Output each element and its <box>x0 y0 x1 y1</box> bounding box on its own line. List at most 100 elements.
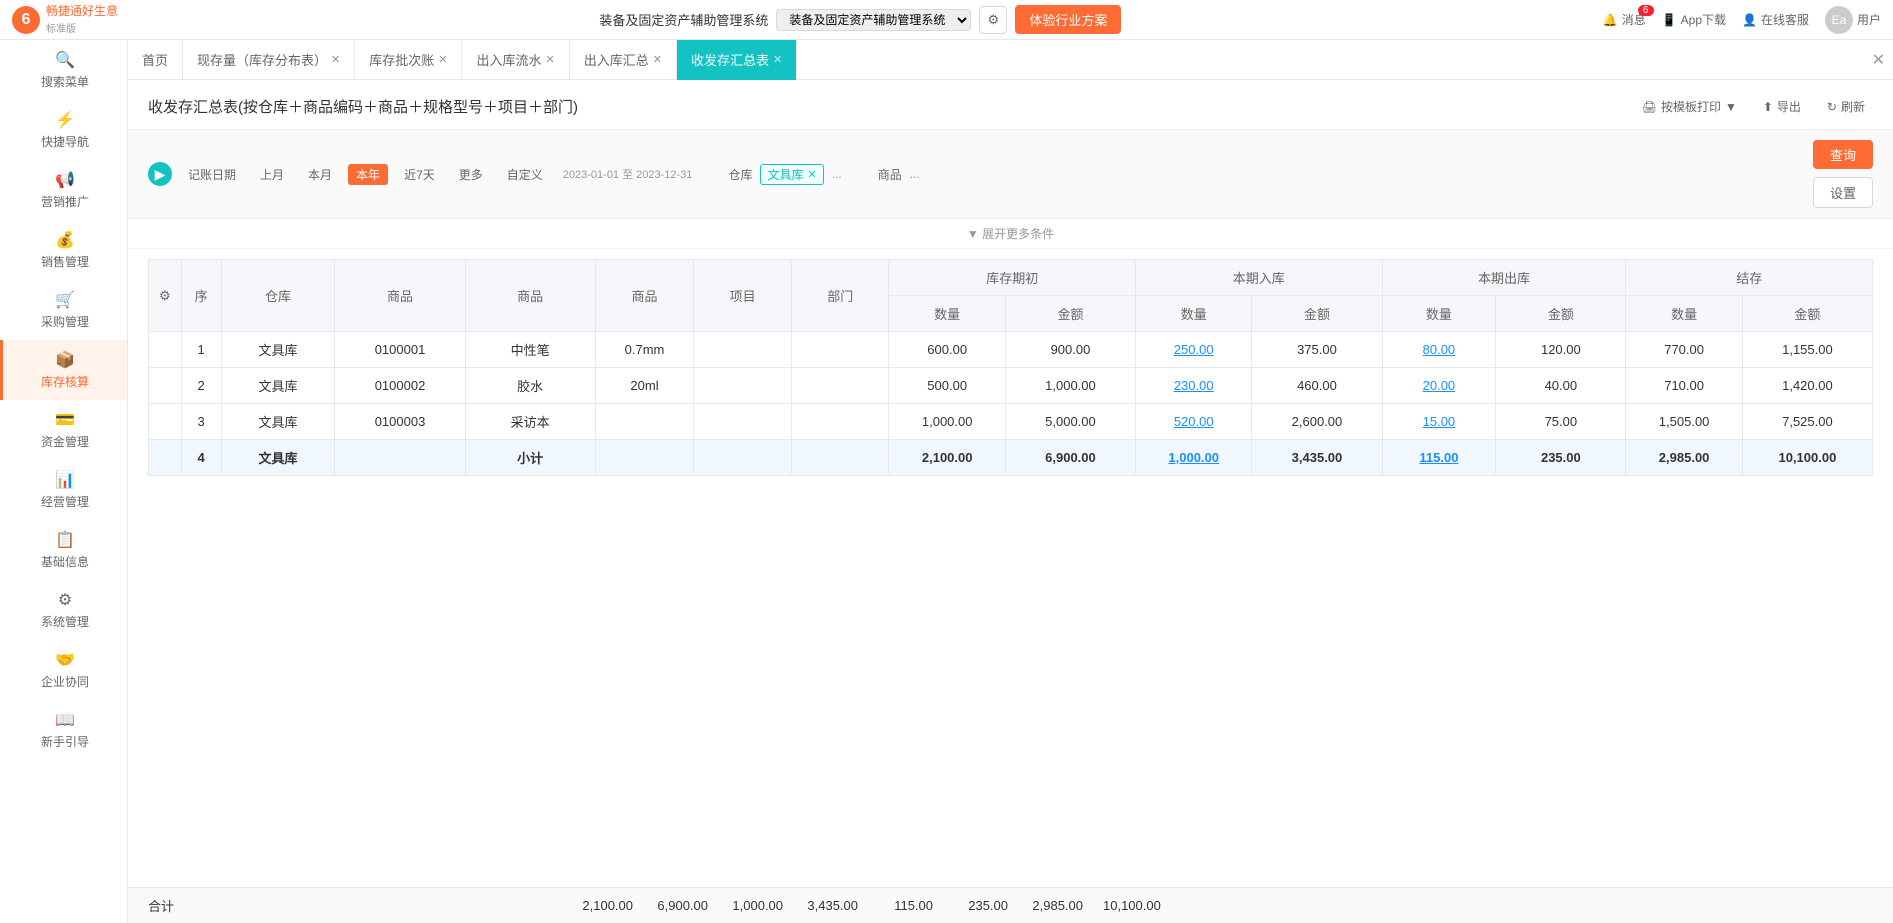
col-out-qty: 数量 <box>1382 296 1496 332</box>
row-in-qty-1[interactable]: 230.00 <box>1135 368 1251 404</box>
settings-button[interactable]: 设置 <box>1813 177 1873 208</box>
filter-toggle[interactable]: ▶ <box>148 162 172 186</box>
gear-button[interactable]: ⚙ <box>979 6 1007 34</box>
data-table: ⚙ 序 仓库 商品 商品 商品 项目 部门 库存期初 本期入库 <box>148 259 1873 476</box>
sidebar-item-inventory[interactable]: 📦 库存核算 <box>0 340 127 400</box>
row-in-qty-0[interactable]: 250.00 <box>1135 332 1251 368</box>
sidebar-item-search[interactable]: 🔍 搜索菜单 <box>0 40 127 100</box>
col-settings[interactable]: ⚙ <box>149 260 182 332</box>
sidebar-item-sales[interactable]: 💰 销售管理 <box>0 220 127 280</box>
export-button[interactable]: ⬆ 导出 <box>1755 94 1809 119</box>
expand-filter-button[interactable]: ▼ 展开更多条件 <box>967 227 1054 241</box>
row-balance-amt-2: 7,525.00 <box>1742 404 1872 440</box>
export-icon: ⬆ <box>1763 100 1773 114</box>
col-period-in-header: 本期入库 <box>1135 260 1382 296</box>
footer-total: 合计 2,100.00 6,900.00 1,000.00 3,435.00 1… <box>128 887 1893 923</box>
service-icon: 👤 <box>1742 13 1757 27</box>
sidebar-item-guide[interactable]: 📖 新手引导 <box>0 700 127 760</box>
date-btn-this-month[interactable]: 本月 <box>300 164 340 185</box>
subtotal-in-qty[interactable]: 1,000.00 <box>1135 440 1251 476</box>
row-opening-amt-2: 5,000.00 <box>1005 404 1135 440</box>
subtotal-warehouse: 文具库 <box>221 440 335 476</box>
tab-inout-summary[interactable]: 出入库汇总 ✕ <box>570 40 677 80</box>
sidebar-label-collab: 企业协同 <box>41 673 89 690</box>
user-avatar[interactable]: Ea 用户 <box>1825 6 1881 34</box>
system-select[interactable]: 装备及固定资产辅助管理系统 <box>776 9 971 31</box>
sidebar-item-finance[interactable]: 💳 资金管理 <box>0 400 127 460</box>
row-spec-0: 0.7mm <box>595 332 694 368</box>
row-in-amt-0: 375.00 <box>1252 332 1382 368</box>
logo-icon: 6 <box>12 6 40 34</box>
search-icon: 🔍 <box>55 50 75 70</box>
tab-home[interactable]: 首页 <box>128 40 183 80</box>
col-opening-amt: 金额 <box>1005 296 1135 332</box>
tab-close-recv-send[interactable]: ✕ <box>773 53 782 66</box>
row-code-2: 0100003 <box>335 404 465 440</box>
sidebar-item-quick[interactable]: ⚡ 快捷导航 <box>0 100 127 160</box>
sidebar-item-marketing[interactable]: 📢 营销推广 <box>0 160 127 220</box>
tab-close-inventory-dist[interactable]: ✕ <box>331 53 340 66</box>
sidebar-item-operation[interactable]: 📊 经营管理 <box>0 460 127 520</box>
sidebar-item-purchase[interactable]: 🛒 采购管理 <box>0 280 127 340</box>
row-spec-1: 20ml <box>595 368 694 404</box>
notification-button[interactable]: 🔔 消息 6 <box>1603 11 1646 28</box>
sidebar-item-basic[interactable]: 📋 基础信息 <box>0 520 127 580</box>
warehouse-filter: 仓库 文具库 ✕ ... <box>728 164 841 185</box>
subtotal-out-amt: 235.00 <box>1496 440 1626 476</box>
date-btn-more[interactable]: 更多 <box>451 164 491 185</box>
online-service-link[interactable]: 👤 在线客服 <box>1742 11 1809 28</box>
row-opening-qty-1: 500.00 <box>889 368 1005 404</box>
subtotal-name: 小计 <box>465 440 595 476</box>
warehouse-tag[interactable]: 文具库 ✕ <box>760 164 823 185</box>
row-out-amt-1: 40.00 <box>1496 368 1626 404</box>
col-balance-amt: 金额 <box>1742 296 1872 332</box>
row-out-qty-2[interactable]: 15.00 <box>1382 404 1496 440</box>
total-balance-amt: 10,100.00 <box>1093 898 1171 913</box>
refresh-button[interactable]: ↻ 刷新 <box>1819 94 1873 119</box>
subtotal-out-qty[interactable]: 115.00 <box>1382 440 1496 476</box>
tab-batch[interactable]: 库存批次账 ✕ <box>355 40 462 80</box>
sidebar-label-purchase: 采购管理 <box>41 313 89 330</box>
page-header: 收发存汇总表(按仓库＋商品编码＋商品＋规格型号＋项目＋部门) 🖨 按模板打印 ▼… <box>128 80 1893 130</box>
sidebar-label-guide: 新手引导 <box>41 733 89 750</box>
col-balance-header: 结存 <box>1626 260 1873 296</box>
tab-close-inout-summary[interactable]: ✕ <box>653 53 662 66</box>
tab-close-batch[interactable]: ✕ <box>438 53 447 66</box>
row-out-qty-0[interactable]: 80.00 <box>1382 332 1496 368</box>
main-layout: 🔍 搜索菜单 ⚡ 快捷导航 📢 营销推广 💰 销售管理 🛒 采购管理 📦 <box>0 40 1893 923</box>
total-in-amt: 3,435.00 <box>793 898 868 913</box>
print-button[interactable]: 🖨 按模板打印 ▼ <box>1634 94 1745 119</box>
sidebar-item-system[interactable]: ⚙ 系统管理 <box>0 580 127 640</box>
row-out-qty-1[interactable]: 20.00 <box>1382 368 1496 404</box>
col-project-header: 项目 <box>694 260 792 332</box>
date-btn-custom[interactable]: 自定义 <box>499 164 551 185</box>
trial-button[interactable]: 体验行业方案 <box>1015 5 1121 34</box>
tab-close-inout-flow[interactable]: ✕ <box>546 53 555 66</box>
app-download-link[interactable]: 📱 App下载 <box>1662 11 1726 28</box>
row-warehouse-2: 文具库 <box>221 404 335 440</box>
date-btn-last-month[interactable]: 上月 <box>252 164 292 185</box>
goods-more[interactable]: ... <box>910 167 920 181</box>
table-row: 2 文具库 0100002 胶水 20ml 500.00 1,000.00 23… <box>149 368 1873 404</box>
tab-recv-send[interactable]: 收发存汇总表 ✕ <box>677 40 797 80</box>
col-num: 序 <box>181 260 221 332</box>
tab-bar-end[interactable]: ✕ <box>1864 50 1893 70</box>
app-container: 6 畅捷通好生意 标准版 装备及固定资产辅助管理系统 装备及固定资产辅助管理系统… <box>0 0 1893 923</box>
page-title: 收发存汇总表(按仓库＋商品编码＋商品＋规格型号＋项目＋部门) <box>148 96 578 117</box>
query-button[interactable]: 查询 <box>1813 140 1873 169</box>
row-opening-qty-0: 600.00 <box>889 332 1005 368</box>
warehouse-tag-close[interactable]: ✕ <box>807 168 816 181</box>
basic-icon: 📋 <box>55 530 75 550</box>
sidebar-label-search: 搜索菜单 <box>41 73 89 90</box>
date-btn-7days[interactable]: 近7天 <box>396 164 443 185</box>
row-opening-qty-2: 1,000.00 <box>889 404 1005 440</box>
row-in-qty-2[interactable]: 520.00 <box>1135 404 1251 440</box>
col-dept-header: 部门 <box>791 260 889 332</box>
row-balance-amt-0: 1,155.00 <box>1742 332 1872 368</box>
sidebar-item-collab[interactable]: 🤝 企业协同 <box>0 640 127 700</box>
warehouse-more[interactable]: ... <box>832 167 842 181</box>
row-project-2 <box>694 404 792 440</box>
date-btn-this-year[interactable]: 本年 <box>348 164 388 185</box>
tab-inventory-dist[interactable]: 现存量（库存分布表） ✕ <box>183 40 355 80</box>
tab-inout-flow[interactable]: 出入库流水 ✕ <box>462 40 569 80</box>
